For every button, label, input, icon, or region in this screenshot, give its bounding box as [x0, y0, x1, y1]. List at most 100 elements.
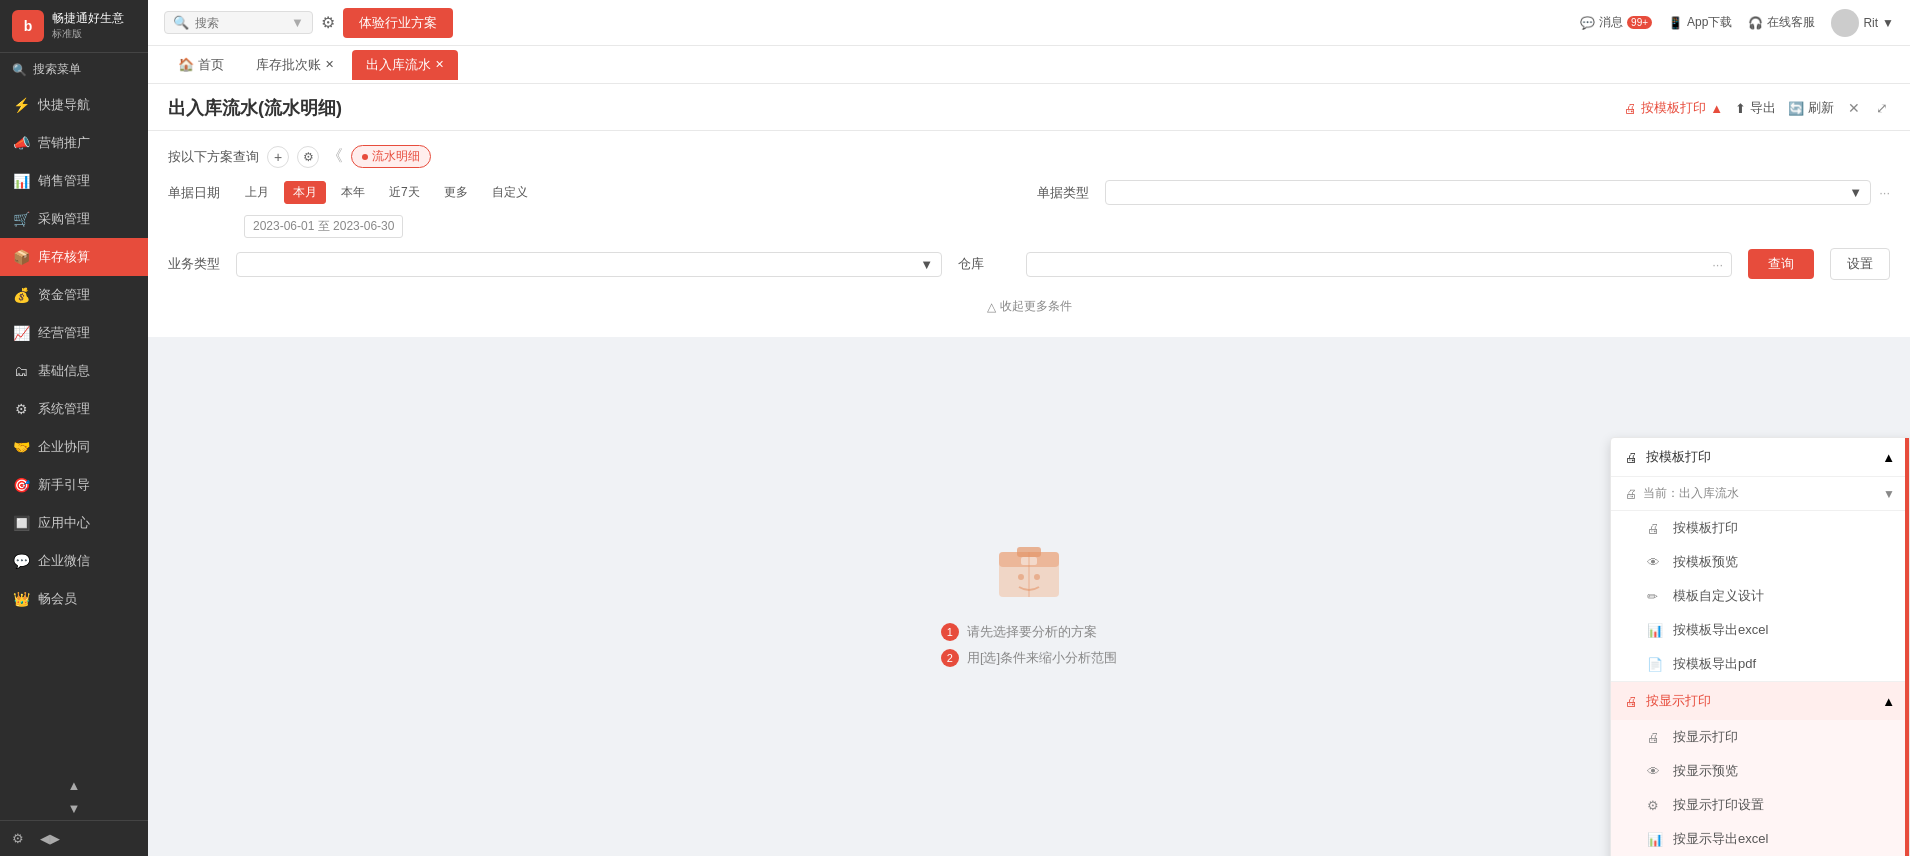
operation-icon: 📈: [12, 324, 30, 342]
filter-row-date-range: 2023-06-01 至 2023-06-30: [168, 215, 1890, 238]
date-btn-last-month[interactable]: 上月: [236, 181, 278, 204]
content-area: 1 请先选择要分析的方案 2 用[选]条件来缩小分析范围: [148, 337, 1910, 856]
dropdown-display-content: 🖨 按显示打印 👁 按显示预览 ⚙ 按显示打印设置: [1611, 720, 1909, 856]
sidebar-item-purchase[interactable]: 🛒 采购管理: [0, 200, 148, 238]
dropdown-display-preview[interactable]: 👁 按显示预览: [1611, 754, 1909, 788]
step-2-label: 用[选]条件来缩小分析范围: [967, 649, 1117, 667]
topbar-left: 🔍 ▼ ⚙ 体验行业方案: [164, 8, 1568, 38]
topbar-search-icon: 🔍: [173, 15, 189, 30]
warehouse-more-icon[interactable]: ···: [1712, 257, 1723, 272]
dropdown-current-icon: 🖨: [1625, 487, 1637, 501]
filter-tag-flow-detail[interactable]: 流水明细: [351, 145, 431, 168]
dropdown-display-print[interactable]: 🖨 按显示打印: [1611, 720, 1909, 754]
sidebar-item-wechat[interactable]: 💬 企业微信: [0, 542, 148, 580]
tab-batch[interactable]: 库存批次账 ✕: [242, 50, 348, 80]
template-design-icon: ✏: [1647, 589, 1663, 604]
dropdown-display-header[interactable]: 🖨 按显示打印 ▲: [1611, 682, 1909, 720]
date-btn-custom[interactable]: 自定义: [483, 181, 537, 204]
sidebar-item-basic[interactable]: 🗂 基础信息: [0, 352, 148, 390]
window-close-button[interactable]: ✕: [1846, 100, 1862, 116]
display-preview-icon: 👁: [1647, 764, 1663, 779]
date-btn-this-year[interactable]: 本年: [332, 181, 374, 204]
filter-warehouse-select[interactable]: ···: [1026, 252, 1732, 277]
date-btn-this-month[interactable]: 本月: [284, 181, 326, 204]
topbar-right: 💬 消息 99+ 📱 App下载 🎧 在线客服 Rit ▼: [1580, 9, 1894, 37]
topbar-search-box[interactable]: 🔍 ▼: [164, 11, 313, 34]
topbar-gear-icon[interactable]: ⚙: [321, 13, 335, 32]
empty-step-1: 1 请先选择要分析的方案: [941, 623, 1117, 641]
sidebar-search[interactable]: 🔍 搜索菜单: [0, 53, 148, 86]
online-service-button[interactable]: 🎧 在线客服: [1748, 14, 1815, 31]
filter-doctype-select[interactable]: ▼: [1105, 180, 1871, 205]
date-btn-7days[interactable]: 近7天: [380, 181, 429, 204]
sidebar-item-guide[interactable]: 🎯 新手引导: [0, 466, 148, 504]
sidebar-item-quick-nav[interactable]: ⚡ 快捷导航: [0, 86, 148, 124]
app-download-button[interactable]: 📱 App下载: [1668, 14, 1732, 31]
template-preview-icon: 👁: [1647, 555, 1663, 570]
wechat-icon: 💬: [12, 552, 30, 570]
main-content: 🔍 ▼ ⚙ 体验行业方案 💬 消息 99+ 📱 App下载 🎧 在线客服: [148, 0, 1910, 856]
dropdown-display-settings[interactable]: ⚙ 按显示打印设置: [1611, 788, 1909, 822]
service-icon: 🎧: [1748, 16, 1763, 30]
dropdown-display-export-excel[interactable]: 📊 按显示导出excel: [1611, 822, 1909, 856]
home-icon: 🏠: [178, 57, 194, 72]
guide-icon: 🎯: [12, 476, 30, 494]
print-template-button[interactable]: 🖨 按模板打印 ▲: [1624, 99, 1723, 117]
sidebar-scroll-down[interactable]: ▼: [0, 797, 148, 820]
topbar-search-input[interactable]: [195, 16, 285, 30]
display-print-label: 按显示打印: [1673, 728, 1738, 746]
tab-batch-close-icon[interactable]: ✕: [325, 58, 334, 71]
tab-flow-close-icon[interactable]: ✕: [435, 58, 444, 71]
export-button[interactable]: ⬆ 导出: [1735, 99, 1776, 117]
sidebar-item-sales[interactable]: 📊 销售管理: [0, 162, 148, 200]
sidebar-item-marketing[interactable]: 📣 营销推广: [0, 124, 148, 162]
sidebar-item-finance[interactable]: 💰 资金管理: [0, 276, 148, 314]
tab-flow[interactable]: 出入库流水 ✕: [352, 50, 458, 80]
purchase-icon: 🛒: [12, 210, 30, 228]
dropdown-template-export-pdf[interactable]: 📄 按模板导出pdf: [1611, 647, 1909, 681]
sidebar-item-label: 基础信息: [38, 362, 90, 380]
dropdown-template-print[interactable]: 🖨 按模板打印: [1611, 511, 1909, 545]
filter-add-button[interactable]: +: [267, 146, 289, 168]
date-btn-more[interactable]: 更多: [435, 181, 477, 204]
sidebar-collapse-icon[interactable]: ◀▶: [40, 831, 60, 846]
printer-icon: 🖨: [1624, 101, 1637, 116]
dropdown-title: 按模板打印: [1646, 448, 1711, 466]
message-button[interactable]: 💬 消息 99+: [1580, 14, 1652, 31]
sidebar-item-app-center[interactable]: 🔲 应用中心: [0, 504, 148, 542]
display-section-chevron: ▲: [1882, 694, 1895, 709]
dropdown-main-header[interactable]: 🖨 按模板打印 ▲: [1611, 438, 1909, 476]
industry-solution-button[interactable]: 体验行业方案: [343, 8, 453, 38]
dropdown-template-export-excel[interactable]: 📊 按模板导出excel: [1611, 613, 1909, 647]
collapse-bar[interactable]: △ 收起更多条件: [168, 290, 1890, 323]
dropdown-current-header[interactable]: 🖨 当前：出入库流水 ▼: [1611, 477, 1909, 510]
template-excel-icon: 📊: [1647, 623, 1663, 638]
filter-business-select[interactable]: ▼: [236, 252, 942, 277]
sidebar-item-inventory[interactable]: 📦 库存核算: [0, 238, 148, 276]
svg-point-5: [1018, 574, 1024, 580]
topbar-search-dropdown-icon: ▼: [291, 15, 304, 30]
sidebar-item-corp[interactable]: 🤝 企业协同: [0, 428, 148, 466]
query-button[interactable]: 查询: [1748, 249, 1814, 279]
sidebar-item-operation[interactable]: 📈 经营管理: [0, 314, 148, 352]
message-badge: 99+: [1627, 16, 1652, 29]
filter-collapse-icon[interactable]: 《: [327, 146, 343, 167]
dropdown-template-preview[interactable]: 👁 按模板预览: [1611, 545, 1909, 579]
dropdown-resize-handle[interactable]: [1905, 438, 1909, 856]
doctype-more-icon[interactable]: ···: [1879, 185, 1890, 200]
sidebar-scroll-up[interactable]: ▲: [0, 774, 148, 797]
window-expand-button[interactable]: ⤢: [1874, 100, 1890, 116]
filter-settings-button[interactable]: ⚙: [297, 146, 319, 168]
settings-button[interactable]: 设置: [1830, 248, 1890, 280]
refresh-button[interactable]: 🔄 刷新: [1788, 99, 1834, 117]
filter-tag-label: 流水明细: [372, 148, 420, 165]
sidebar-item-vip[interactable]: 👑 畅会员: [0, 580, 148, 618]
sidebar-item-label: 快捷导航: [38, 96, 90, 114]
user-avatar-area[interactable]: Rit ▼: [1831, 9, 1894, 37]
sidebar-settings-icon[interactable]: ⚙: [12, 831, 24, 846]
sidebar-item-system[interactable]: ⚙ 系统管理: [0, 390, 148, 428]
tab-home[interactable]: 🏠 首页: [164, 50, 238, 80]
dropdown-template-design[interactable]: ✏ 模板自定义设计: [1611, 579, 1909, 613]
sidebar: b 畅捷通好生意 标准版 🔍 搜索菜单 ⚡ 快捷导航 📣 营销推广 📊 销售管理…: [0, 0, 148, 856]
export-icon: ⬆: [1735, 101, 1746, 116]
